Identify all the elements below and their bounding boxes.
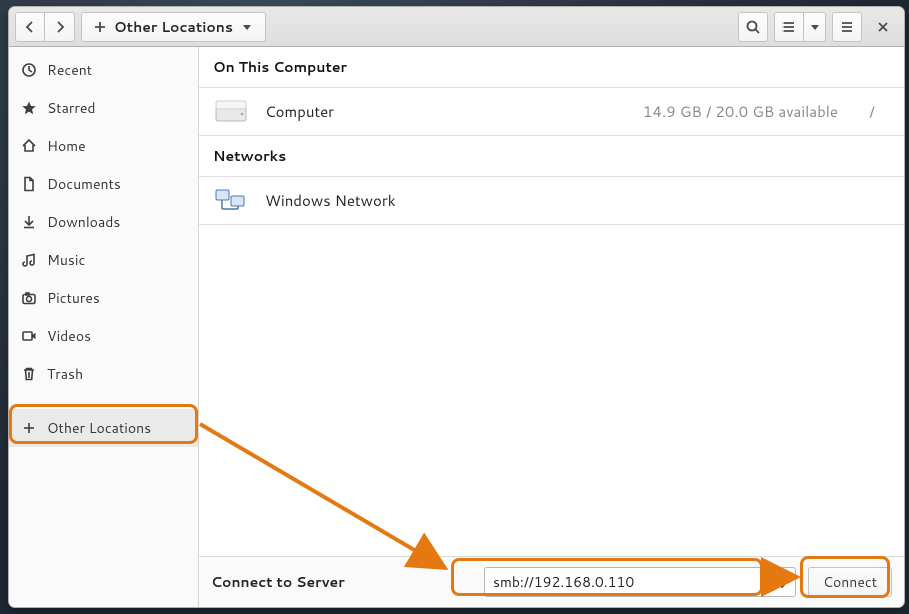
sidebar-item-label: Documents: [47, 174, 121, 194]
drive-row-computer[interactable]: Computer 14.9 GB / 20.0 GB available /: [199, 88, 904, 136]
server-address-wrap: [484, 567, 796, 597]
camera-icon: [21, 290, 37, 306]
sidebar-item-trash[interactable]: Trash: [9, 355, 198, 393]
plus-icon: [92, 19, 108, 35]
location-label: Other Locations: [114, 17, 233, 37]
network-row-windows[interactable]: Windows Network: [199, 177, 904, 225]
places-sidebar: Recent Starred Home Documents Downloads: [9, 47, 199, 607]
sidebar-item-label: Recent: [47, 60, 92, 80]
caret-down-icon: [807, 19, 823, 35]
connect-to-server-bar: Connect to Server Connect: [199, 556, 904, 607]
section-on-this-computer: On This Computer: [199, 47, 904, 88]
sidebar-item-label: Pictures: [47, 288, 100, 308]
forward-button[interactable]: [45, 12, 75, 42]
sidebar-spacer: [9, 393, 198, 409]
sidebar-item-label: Trash: [47, 364, 83, 384]
sidebar-item-label: Starred: [47, 98, 96, 118]
list-view-button[interactable]: [774, 12, 804, 42]
connect-button[interactable]: Connect: [808, 567, 892, 597]
trash-icon: [21, 366, 37, 382]
sidebar-item-other-locations[interactable]: Other Locations: [9, 409, 198, 447]
nav-back-forward: [15, 12, 75, 42]
server-history-button[interactable]: [770, 569, 794, 595]
hamburger-menu-button[interactable]: [832, 12, 862, 42]
caret-down-icon: [239, 19, 255, 35]
view-options-button[interactable]: [804, 12, 826, 42]
network-icon: [213, 187, 249, 215]
drive-icon: [213, 98, 249, 126]
sidebar-item-label: Other Locations: [47, 418, 151, 438]
drive-availability: 14.9 GB / 20.0 GB available: [643, 101, 838, 122]
search-button[interactable]: [738, 12, 768, 42]
drive-mountpoint: /: [854, 101, 890, 122]
drive-label: Computer: [265, 101, 334, 122]
sidebar-item-recent[interactable]: Recent: [9, 51, 198, 89]
close-icon: [875, 19, 891, 35]
download-icon: [21, 214, 37, 230]
connect-label: Connect to Server: [211, 572, 345, 592]
server-address-input[interactable]: [484, 567, 796, 597]
sidebar-item-videos[interactable]: Videos: [9, 317, 198, 355]
main-pane: On This Computer Computer 14.9 GB / 20.0…: [199, 47, 904, 607]
sidebar-item-label: Videos: [47, 326, 91, 346]
star-icon: [21, 100, 37, 116]
network-label: Windows Network: [265, 190, 396, 211]
close-window-button[interactable]: [868, 12, 898, 42]
hamburger-icon: [839, 19, 855, 35]
sidebar-item-pictures[interactable]: Pictures: [9, 279, 198, 317]
document-icon: [21, 176, 37, 192]
updown-icon: [774, 574, 790, 590]
sidebar-item-music[interactable]: Music: [9, 241, 198, 279]
window-body: Recent Starred Home Documents Downloads: [9, 47, 904, 607]
chevron-right-icon: [52, 19, 68, 35]
sidebar-item-starred[interactable]: Starred: [9, 89, 198, 127]
view-switcher: [774, 12, 826, 42]
main-empty-area: [199, 225, 904, 556]
sidebar-item-documents[interactable]: Documents: [9, 165, 198, 203]
plus-icon: [21, 420, 37, 436]
list-icon: [781, 19, 797, 35]
sidebar-item-home[interactable]: Home: [9, 127, 198, 165]
file-manager-window: Other Locations Recent: [8, 6, 905, 608]
chevron-left-icon: [22, 19, 38, 35]
sidebar-bottom-pad: [9, 447, 198, 607]
sidebar-item-label: Downloads: [47, 212, 120, 232]
section-networks: Networks: [199, 136, 904, 177]
search-icon: [745, 19, 761, 35]
video-icon: [21, 328, 37, 344]
connect-button-label: Connect: [823, 572, 877, 592]
location-button[interactable]: Other Locations: [81, 12, 266, 42]
back-button[interactable]: [15, 12, 45, 42]
sidebar-item-downloads[interactable]: Downloads: [9, 203, 198, 241]
sidebar-item-label: Music: [47, 250, 85, 270]
music-icon: [21, 252, 37, 268]
clock-icon: [21, 62, 37, 78]
headerbar: Other Locations: [9, 7, 904, 47]
home-icon: [21, 138, 37, 154]
sidebar-item-label: Home: [47, 136, 86, 156]
